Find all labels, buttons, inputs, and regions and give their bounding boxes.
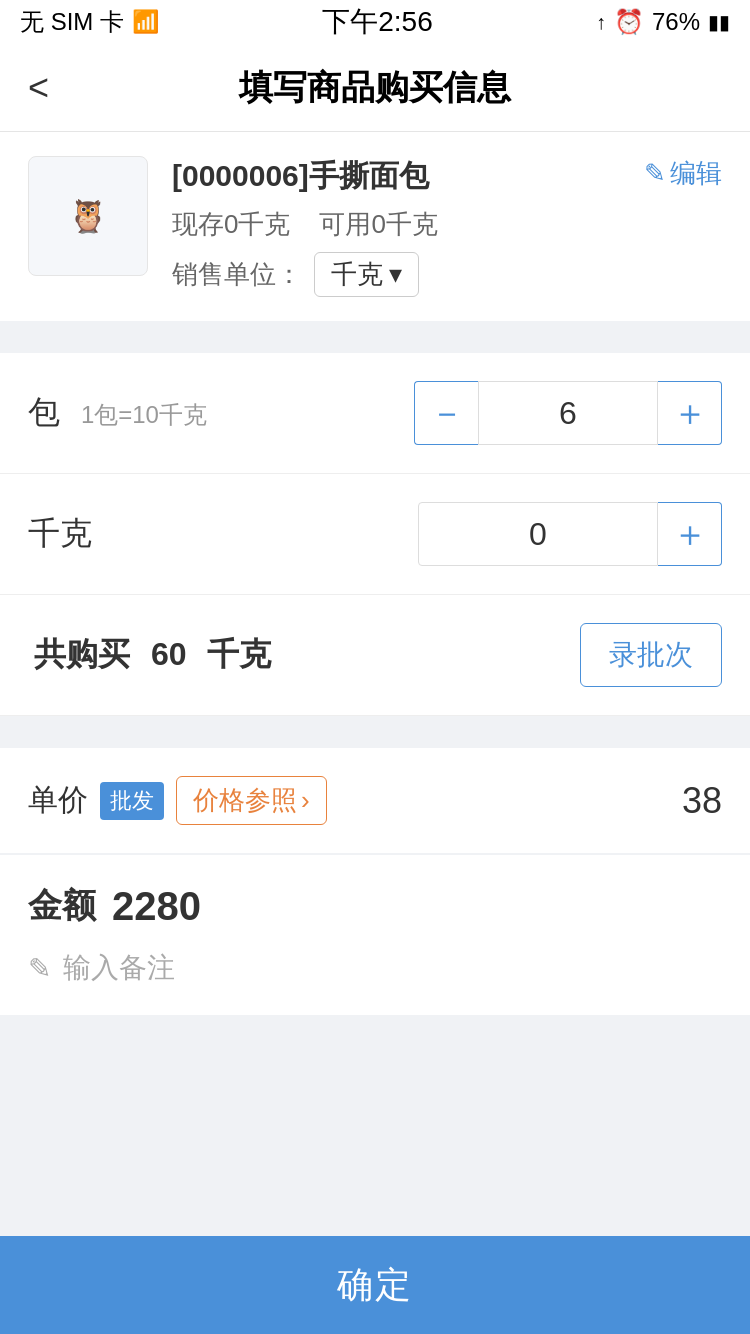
- qty-controls-kg: ＋: [418, 502, 722, 566]
- separator-2: [0, 716, 750, 732]
- total-row: 共购买 60 千克 录批次: [0, 595, 750, 716]
- batch-button[interactable]: 录批次: [580, 623, 722, 687]
- amount-label: 金额: [28, 883, 96, 929]
- chevron-down-icon: ▾: [389, 259, 402, 290]
- qty-input-bao[interactable]: [478, 381, 658, 445]
- qty-label-kg: 千克: [28, 512, 418, 556]
- qty-label-bao: 包 1包=10千克: [28, 391, 414, 435]
- product-stock-info: 现存0千克 可用0千克: [172, 207, 722, 242]
- quantity-section: 包 1包=10千克 － ＋ 千克 ＋: [0, 353, 750, 595]
- pencil-icon: ✎: [28, 952, 51, 985]
- status-bar: 无 SIM 卡 📶 下午2:56 ↑ ⏰ 76% ▮▮: [0, 0, 750, 44]
- battery-icon: ▮▮: [708, 10, 730, 34]
- price-label: 单价: [28, 780, 88, 821]
- note-placeholder: 输入备注: [63, 949, 175, 987]
- amount-section: 金额 2280 ✎ 输入备注: [0, 855, 750, 1015]
- note-row[interactable]: ✎ 输入备注: [28, 949, 722, 987]
- decrease-bao-button[interactable]: －: [414, 381, 478, 445]
- page-title: 填写商品购买信息: [239, 65, 511, 111]
- price-tag: 批发: [100, 782, 164, 820]
- edit-button[interactable]: ✎ 编辑: [644, 156, 722, 191]
- no-sim-text: 无 SIM 卡: [20, 6, 124, 38]
- nav-bar: < 填写商品购买信息: [0, 44, 750, 132]
- qty-row-kg: 千克 ＋: [0, 474, 750, 595]
- status-right: ↑ ⏰ 76% ▮▮: [596, 8, 730, 36]
- product-info: [0000006]手撕面包 ✎ 编辑 现存0千克 可用0千克 销售单位： 千克 …: [172, 156, 722, 297]
- amount-row: 金额 2280: [28, 883, 722, 929]
- price-row: 单价 批发 价格参照 › 38: [0, 748, 750, 853]
- price-label-area: 单价 批发 价格参照 ›: [28, 776, 327, 825]
- increase-bao-button[interactable]: ＋: [658, 381, 722, 445]
- qty-row-bao: 包 1包=10千克 － ＋: [0, 353, 750, 474]
- separator-1: [0, 337, 750, 353]
- chevron-right-icon: ›: [301, 785, 310, 816]
- amount-value: 2280: [112, 884, 201, 929]
- back-button[interactable]: <: [28, 67, 49, 109]
- product-logo: 🦉: [68, 197, 108, 235]
- qty-controls-bao: － ＋: [414, 381, 722, 445]
- increase-kg-button[interactable]: ＋: [658, 502, 722, 566]
- price-reference-button[interactable]: 价格参照 ›: [176, 776, 327, 825]
- total-text: 共购买 60 千克: [28, 633, 277, 677]
- qty-input-kg[interactable]: [418, 502, 658, 566]
- price-value: 38: [682, 780, 722, 822]
- wifi-icon: 📶: [132, 9, 159, 35]
- product-card: 🦉 [0000006]手撕面包 ✎ 编辑 现存0千克 可用0千克 销售单位： 千…: [0, 132, 750, 321]
- battery-text: 76%: [652, 8, 700, 36]
- product-unit-row: 销售单位： 千克 ▾: [172, 252, 722, 297]
- confirm-button[interactable]: 确定: [0, 1236, 750, 1334]
- product-name: [0000006]手撕面包: [172, 156, 429, 197]
- unit-select[interactable]: 千克 ▾: [314, 252, 419, 297]
- status-time: 下午2:56: [322, 3, 433, 41]
- alarm-icon: ⏰: [614, 8, 644, 36]
- product-thumbnail: 🦉: [28, 156, 148, 276]
- location-icon: ↑: [596, 11, 606, 34]
- status-left: 无 SIM 卡 📶: [20, 6, 159, 38]
